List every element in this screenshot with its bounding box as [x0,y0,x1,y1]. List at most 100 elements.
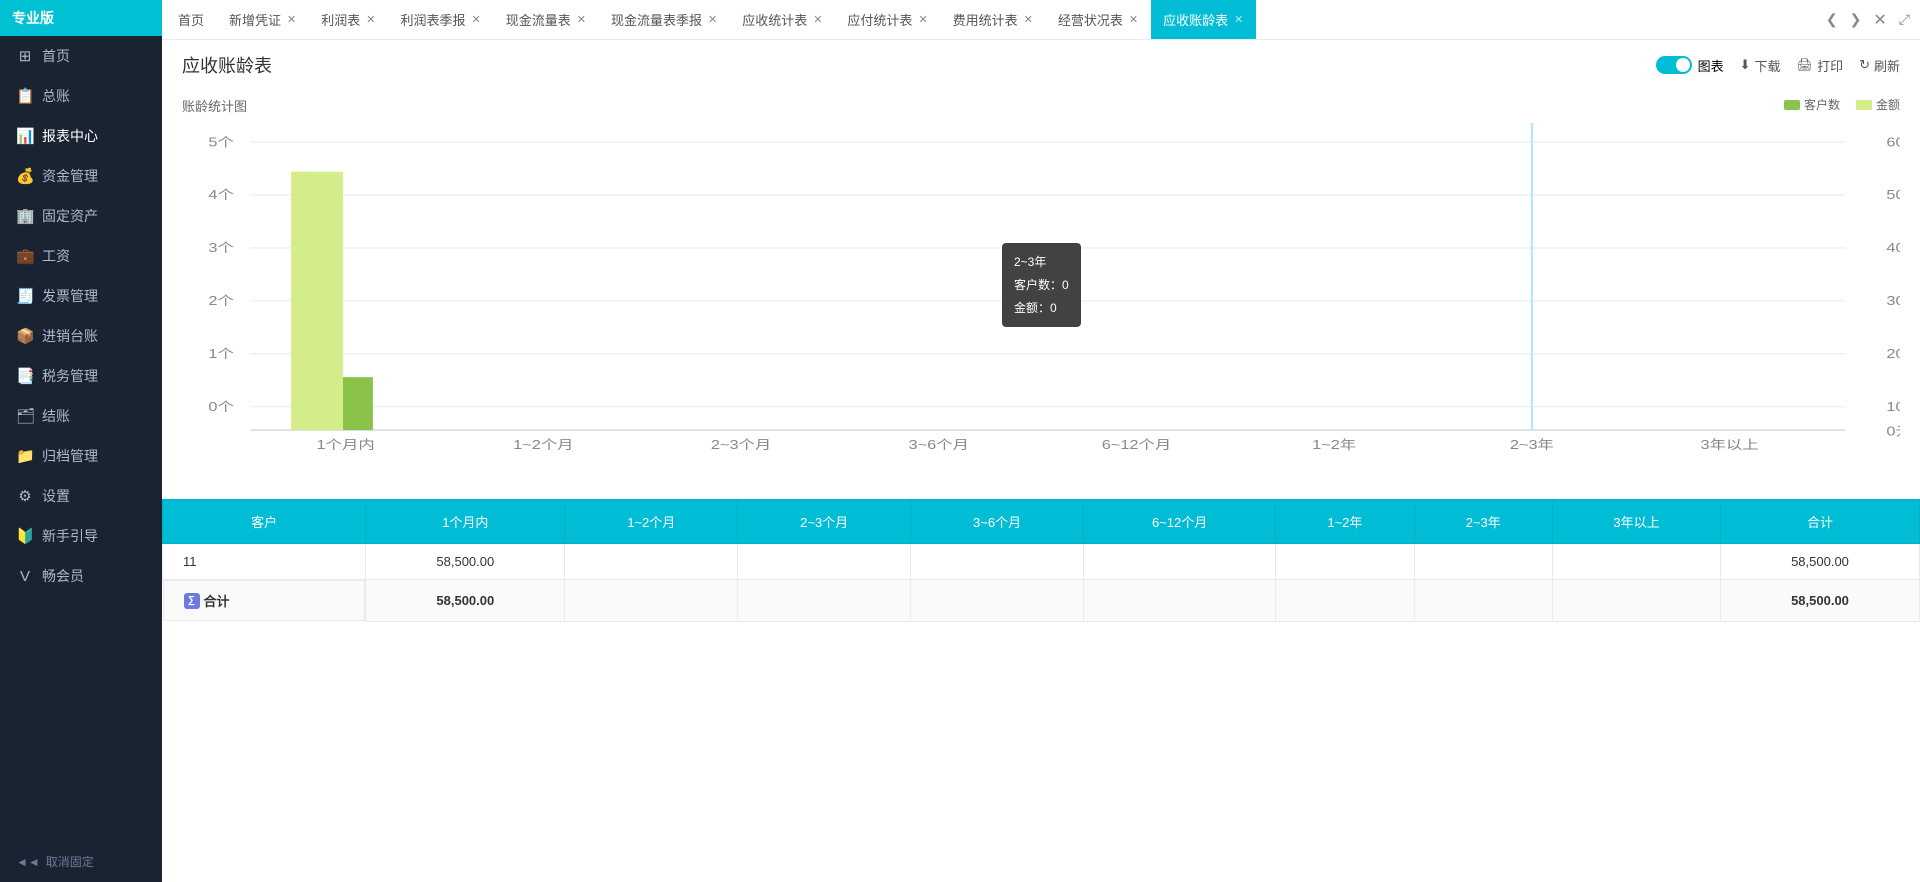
sidebar-item-salary[interactable]: 💼工资 [0,236,162,276]
tab-label-profit-quarter: 利润表季报 [400,10,465,29]
sidebar-icon-salary: 💼 [16,247,34,265]
sidebar-item-inventory[interactable]: 📦进销台账 [0,316,162,356]
svg-text:3个: 3个 [208,241,234,256]
tab-close-voucher[interactable]: ✕ [287,13,296,26]
table-area: 客户 1个月内 1~2个月 2~3个月 3~6个月 6~12个月 1~2年 2~… [162,499,1920,882]
tab-close-payable-stat[interactable]: ✕ [918,13,927,26]
svg-text:0元: 0元 [1886,425,1900,439]
tab-profit-quarter[interactable]: 利润表季报 ✕ [388,0,493,39]
tab-expense-stat[interactable]: 费用统计表✕ [941,0,1046,39]
cell-total-0: 58,500.00 [1721,544,1920,580]
svg-text:6~12个月: 6~12个月 [1102,438,1171,453]
footer-1-2m [565,580,738,622]
chart-legend: 客户数 金额 [1784,96,1900,113]
sidebar-item-funds[interactable]: 💰 资金管理 [0,156,162,196]
table-row: 11 58,500.00 58,500.00 [163,544,1920,580]
tab-prev-btn[interactable]: ❮ [1820,0,1844,39]
tab-close-operation-stat[interactable]: ✕ [1129,13,1138,26]
download-btn[interactable]: ⬇ 下载 [1740,56,1781,75]
sidebar-icon-funds: 💰 [16,167,34,185]
sidebar-icon-tax: 📑 [16,367,34,385]
tab-next-btn[interactable]: ❯ [1844,0,1868,39]
sidebar-item-reports[interactable]: 📊报表中心 [0,116,162,156]
sidebar-item-archive[interactable]: 📁归档管理 [0,436,162,476]
tab-close-cashflow[interactable]: ✕ [577,13,586,26]
sidebar-icon-home: ⊞ [16,47,34,65]
tab-cashflow[interactable]: 现金流量表 ✕ [494,0,599,39]
sidebar-label-member: 畅会员 [42,566,84,586]
footer-6-12m [1084,580,1276,622]
svg-text:1个月内: 1个月内 [317,438,375,453]
sidebar-item-guide[interactable]: 🔰新手引导 [0,516,162,556]
svg-text:3年以上: 3年以上 [1701,438,1759,453]
tab-payable-stat[interactable]: 应付统计表✕ [835,0,940,39]
sidebar-item-settings[interactable]: ⚙设置 [0,476,162,516]
sidebar-icon-reports: 📊 [16,127,34,145]
chart-toggle[interactable]: 图表 [1656,56,1724,75]
amount-bar-0 [291,172,343,430]
tab-close-all-btn[interactable]: ✕ [1867,10,1892,30]
sidebar-footer[interactable]: ◄◄ 取消固定 [0,841,162,882]
svg-text:3~6个月: 3~6个月 [909,438,969,453]
svg-text:1~2年: 1~2年 [1312,438,1356,453]
tab-profit[interactable]: 利润表✕ [309,0,388,39]
col-1-2y: 1~2年 [1276,500,1414,544]
cell-1m-0: 58,500.00 [366,544,565,580]
tab-receivable-stat[interactable]: 应收统计表✕ [730,0,835,39]
page-content: 应收账龄表 图表 ⬇ 下载 🖨 打印 ↻ 刷新 [162,40,1920,882]
tab-close-receivable-aging[interactable]: ✕ [1234,13,1243,26]
sidebar-item-tax[interactable]: 📑税务管理 [0,356,162,396]
svg-text:10,000.00元: 10,000.00元 [1886,401,1900,415]
tab-bar: 首页新增凭证✕利润表✕利润表季报✕现金流量表✕现金流量表季报✕应收统计表✕应付统… [162,0,1920,40]
sidebar-item-ledger[interactable]: 📋总账 [0,76,162,116]
chart-toggle-label: 图表 [1698,56,1724,75]
tab-label-cashflow: 现金流量表 [506,10,571,29]
tab-home[interactable]: 首页 [166,0,217,39]
sidebar-item-member[interactable]: V畅会员 [0,556,162,596]
print-icon: 🖨 [1797,57,1814,73]
svg-text:1个: 1个 [208,347,234,362]
tab-operation-stat[interactable]: 经营状况表✕ [1046,0,1151,39]
tab-close-expense-stat[interactable]: ✕ [1024,13,1033,26]
col-customer: 客户 [163,500,366,544]
col-1m: 1个月内 [366,500,565,544]
sidebar-label-inventory: 进销台账 [42,326,98,346]
tab-close-profit[interactable]: ✕ [366,13,375,26]
download-icon: ⬇ [1740,57,1751,73]
sidebar-item-assets[interactable]: 🏢固定资产 [0,196,162,236]
sidebar-item-settle[interactable]: 🗂结账 [0,396,162,436]
tab-receivable-aging[interactable]: 应收账龄表✕ [1151,0,1256,39]
tab-cashflow-quarter[interactable]: 现金流量表季报✕ [599,0,730,39]
sidebar-label-funds: 资金管理 [42,166,98,186]
tab-close-profit-quarter[interactable]: ✕ [472,13,481,26]
sidebar-icon-settings: ⚙ [16,487,34,505]
sidebar-item-home[interactable]: ⊞首页 [0,36,162,76]
col-2-3y: 2~3年 [1414,500,1552,544]
toggle-thumb [1676,58,1690,72]
tab-label-home: 首页 [178,10,204,29]
sidebar: 专业版 ⊞首页📋总账📊报表中心💰资金管理🏢固定资产💼工资🧾发票管理📦进销台账📑税… [0,0,162,882]
svg-text:40,000.00元: 40,000.00元 [1886,242,1900,256]
print-btn[interactable]: 🖨 打印 [1797,56,1844,75]
legend-amount-color [1856,100,1872,110]
toggle-track [1656,56,1692,74]
sum-icon: ∑ [184,593,200,609]
tab-expand-btn[interactable]: ⤢ [1893,11,1916,28]
refresh-btn[interactable]: ↻ 刷新 [1859,56,1900,75]
tab-voucher[interactable]: 新增凭证✕ [217,0,309,39]
tab-close-cashflow-quarter[interactable]: ✕ [708,13,717,26]
svg-text:5个: 5个 [208,135,234,150]
cell-3-6m-0 [911,544,1084,580]
legend-customer-color [1784,100,1800,110]
sidebar-item-invoice[interactable]: 🧾发票管理 [0,276,162,316]
tab-close-receivable-stat[interactable]: ✕ [813,13,822,26]
chart-container: 5个 4个 3个 2个 1个 0个 60,000.00元 50,000.00元 … [182,123,1900,483]
footer-total: 58,500.00 [1721,580,1920,622]
svg-text:4个: 4个 [208,188,234,203]
sidebar-icon-archive: 📁 [16,447,34,465]
legend-customers: 客户数 [1784,96,1840,113]
table-footer-row: ∑ 合计 58,500.00 58,500.00 [163,580,1920,622]
svg-text:2~3个月: 2~3个月 [711,438,771,453]
cell-1-2m-0 [565,544,738,580]
footer-2-3y [1414,580,1552,622]
